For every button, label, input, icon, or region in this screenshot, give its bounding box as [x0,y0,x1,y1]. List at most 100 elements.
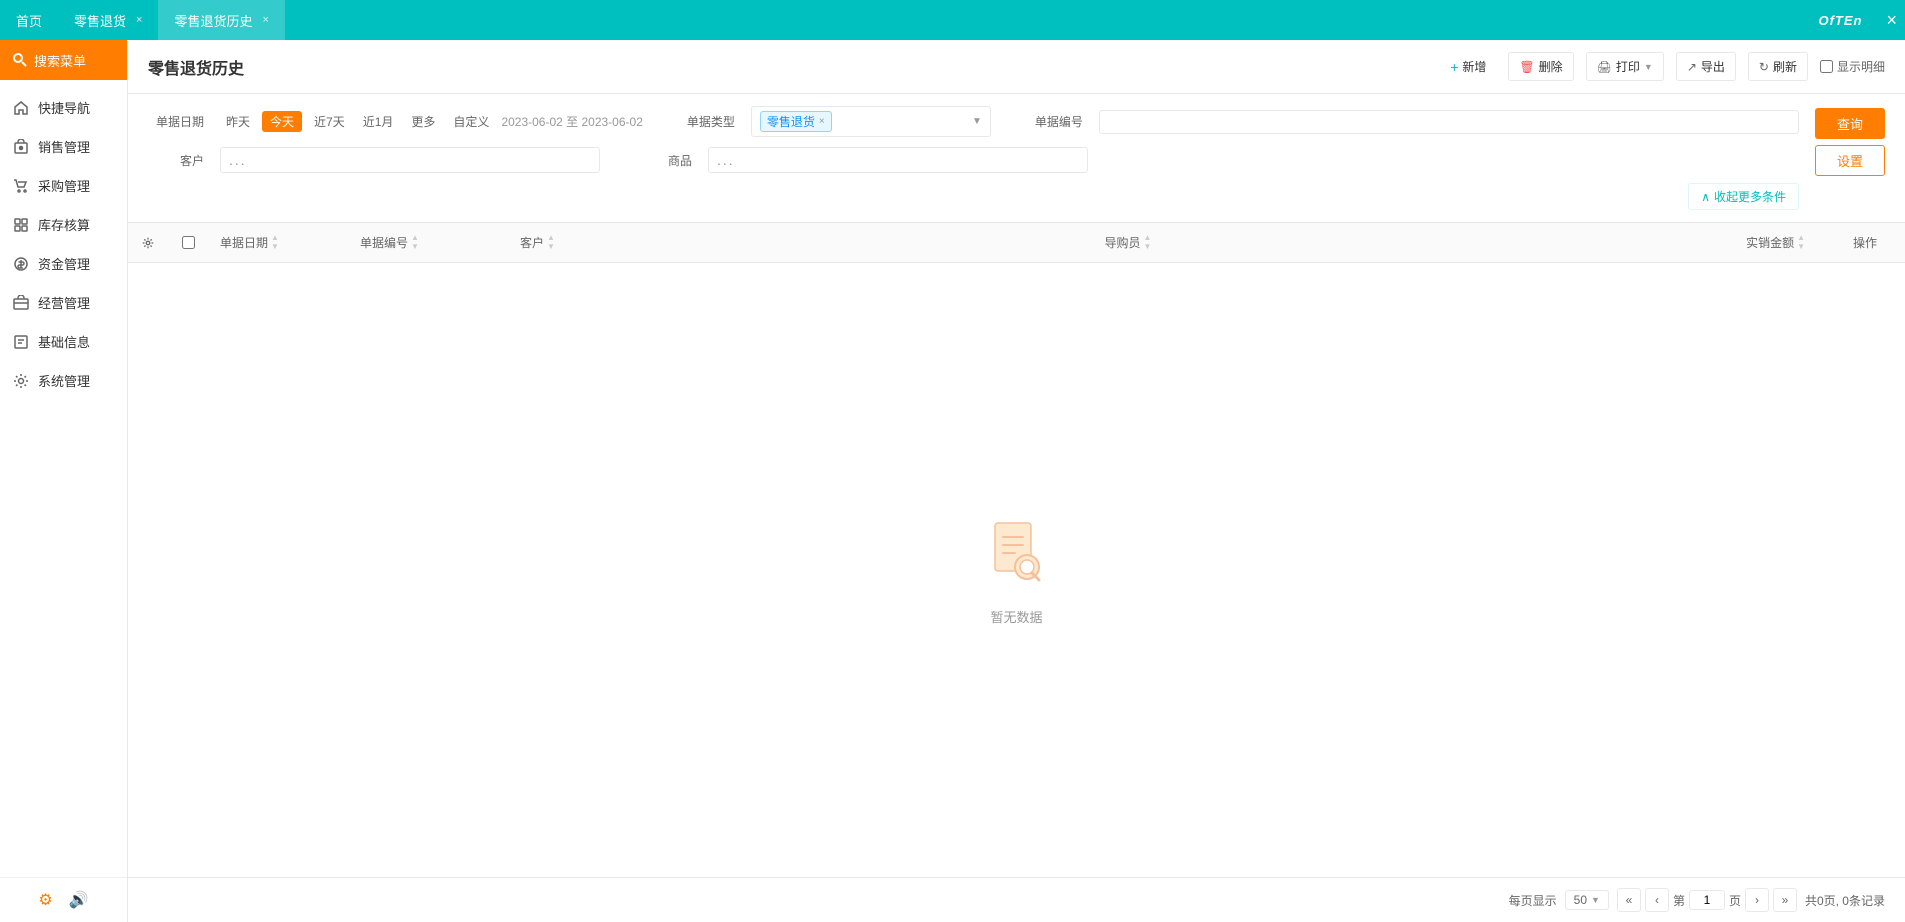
inventory-icon [12,216,30,234]
print-dropdown-icon[interactable]: ▼ [1644,62,1653,72]
sidebar-item-sales-mgmt[interactable]: 销售管理 [0,127,127,166]
topbar-right: OfTEn [1818,13,1878,28]
select-all-checkbox[interactable] [182,236,195,249]
page-word: 第 [1673,892,1685,909]
export-icon: ↗ [1687,60,1697,74]
tab-retail-return-close[interactable]: × [136,14,142,26]
th-amount[interactable]: 实销金额 ▲▼ [1233,234,1826,251]
last7days-btn[interactable]: 近7天 [308,111,351,132]
delete-button[interactable]: 🗑 删除 [1508,52,1573,81]
th-settings[interactable] [128,236,168,250]
sidebar-item-business[interactable]: 经营管理 [0,283,127,322]
set-button[interactable]: 设置 [1815,145,1885,176]
last1month-btn[interactable]: 近1月 [357,111,400,132]
more-btn[interactable]: 更多 [405,111,441,132]
th-bill-date[interactable]: 单据日期 ▲▼ [208,234,348,251]
custom-btn[interactable]: 自定义 [447,111,495,132]
date-filter: 昨天 今天 近7天 近1月 更多 自定义 2023-06-02 至 2023-0… [220,111,643,132]
bill-type-label: 单据类型 [679,113,735,130]
content-area: 零售退货历史 + 新增 🗑 删除 🖨 打印 ▼ ↗ 导出 [128,40,1905,922]
bill-no-input[interactable] [1099,110,1799,134]
th-bill-date-sort: ▲▼ [271,234,279,251]
audio-button[interactable]: 🔊 [69,890,89,910]
search-menu-button[interactable]: 搜索菜单 [0,40,127,80]
sidebar-item-purchase-mgmt[interactable]: 采购管理 [0,166,127,205]
tab-retail-return-history-label: 零售退货历史 [174,11,252,30]
print-icon: 🖨 [1597,60,1612,74]
bill-type-select[interactable]: 零售退货 × ▼ [751,106,991,137]
tab-home[interactable]: 首页 [0,0,58,40]
refresh-label: 刷新 [1773,58,1797,75]
page-number-input[interactable] [1689,890,1725,910]
empty-icon [977,515,1057,595]
table-header: 单据日期 ▲▼ 单据编号 ▲▼ 客户 ▲▼ 导购员 ▲▼ 实销金额 ▲▼ [128,223,1905,263]
sidebar-item-base-info[interactable]: 基础信息 [0,322,127,361]
sidebar-item-inventory[interactable]: 库存核算 [0,205,127,244]
print-label: 打印 [1616,58,1640,75]
th-guide-label: 导购员 [1105,234,1141,251]
last-page-button[interactable]: » [1773,888,1797,912]
top-bar: 首页 零售退货 × 零售退货历史 × OfTEn × [0,0,1905,40]
page-size-label: 每页显示 [1509,892,1557,909]
action-buttons: 查询 设置 [1815,106,1885,210]
first-page-button[interactable]: « [1617,888,1641,912]
pagination: 每页显示 50 ▼ « ‹ 第 页 › » 共0页, 0条记录 [128,877,1905,922]
tab-retail-return-history-close[interactable]: × [262,14,268,26]
page-size-select[interactable]: 50 ▼ [1565,890,1609,910]
show-detail-toggle[interactable]: 显示明细 [1820,58,1885,75]
delete-icon: 🗑 [1519,60,1534,74]
sidebar-item-sys-mgmt-label: 系统管理 [38,371,90,390]
finance-icon [12,255,30,273]
th-customer[interactable]: 客户 ▲▼ [508,234,1093,251]
query-button[interactable]: 查询 [1815,108,1885,139]
bill-type-tag-text: 零售退货 [767,113,815,130]
total-info: 共0页, 0条记录 [1805,892,1885,909]
search-menu-icon [12,52,28,68]
bill-type-tag-close[interactable]: × [819,116,825,127]
tab-list: 首页 零售退货 × 零售退货历史 × [0,0,1818,40]
page-unit: 页 [1729,892,1741,909]
bill-type-tag: 零售退货 × [760,111,832,132]
goods-dots: ... [717,152,735,168]
tab-retail-return[interactable]: 零售退货 × [58,0,158,40]
search-menu-label: 搜索菜单 [34,51,86,70]
sidebar-item-purchase-label: 采购管理 [38,176,90,195]
collapse-arrow-icon: ∧ [1701,190,1710,204]
table-area: 单据日期 ▲▼ 单据编号 ▲▼ 客户 ▲▼ 导购员 ▲▼ 实销金额 ▲▼ [128,223,1905,877]
empty-text: 暂无数据 [990,607,1042,626]
show-detail-label: 显示明细 [1837,58,1885,75]
sidebar-item-sys-mgmt[interactable]: 系统管理 [0,361,127,400]
th-amount-sort: ▲▼ [1797,234,1805,251]
show-detail-checkbox[interactable] [1820,60,1833,73]
sidebar: 搜索菜单 快捷导航 销售管理 [0,40,128,922]
print-button[interactable]: 🖨 打印 ▼ [1586,52,1664,81]
sales-icon [12,138,30,156]
sidebar-item-finance[interactable]: 资金管理 [0,244,127,283]
today-btn[interactable]: 今天 [262,111,302,132]
bill-type-value: 零售退货 × [760,111,972,132]
sidebar-item-inventory-label: 库存核算 [38,215,90,234]
bill-no-label: 单据编号 [1027,113,1083,130]
refresh-button[interactable]: ↻ 刷新 [1748,52,1808,81]
yesterday-btn[interactable]: 昨天 [220,111,256,132]
prev-page-button[interactable]: ‹ [1645,888,1669,912]
goods-input[interactable]: ... [708,147,1088,173]
sidebar-item-quick-nav[interactable]: 快捷导航 [0,88,127,127]
window-close-button[interactable]: × [1878,10,1905,31]
collapse-button[interactable]: ∧ 收起更多条件 [1688,183,1799,210]
sidebar-item-quick-nav-label: 快捷导航 [38,98,90,117]
main-layout: 搜索菜单 快捷导航 销售管理 [0,40,1905,922]
export-button[interactable]: ↗ 导出 [1676,52,1736,81]
th-guide[interactable]: 导购员 ▲▼ [1093,234,1233,251]
tab-retail-return-history[interactable]: 零售退货历史 × [158,0,284,40]
th-guide-sort: ▲▼ [1144,234,1152,251]
sidebar-nav: 快捷导航 销售管理 [0,80,127,877]
new-button[interactable]: + 新增 [1440,53,1496,80]
page-nav: « ‹ 第 页 › » [1617,888,1797,912]
th-bill-no[interactable]: 单据编号 ▲▼ [348,234,508,251]
sidebar-item-base-info-label: 基础信息 [38,332,90,351]
th-checkbox[interactable] [168,236,208,249]
settings-button[interactable]: ⚙ [38,890,52,910]
next-page-button[interactable]: › [1745,888,1769,912]
customer-input[interactable]: ... [220,147,600,173]
